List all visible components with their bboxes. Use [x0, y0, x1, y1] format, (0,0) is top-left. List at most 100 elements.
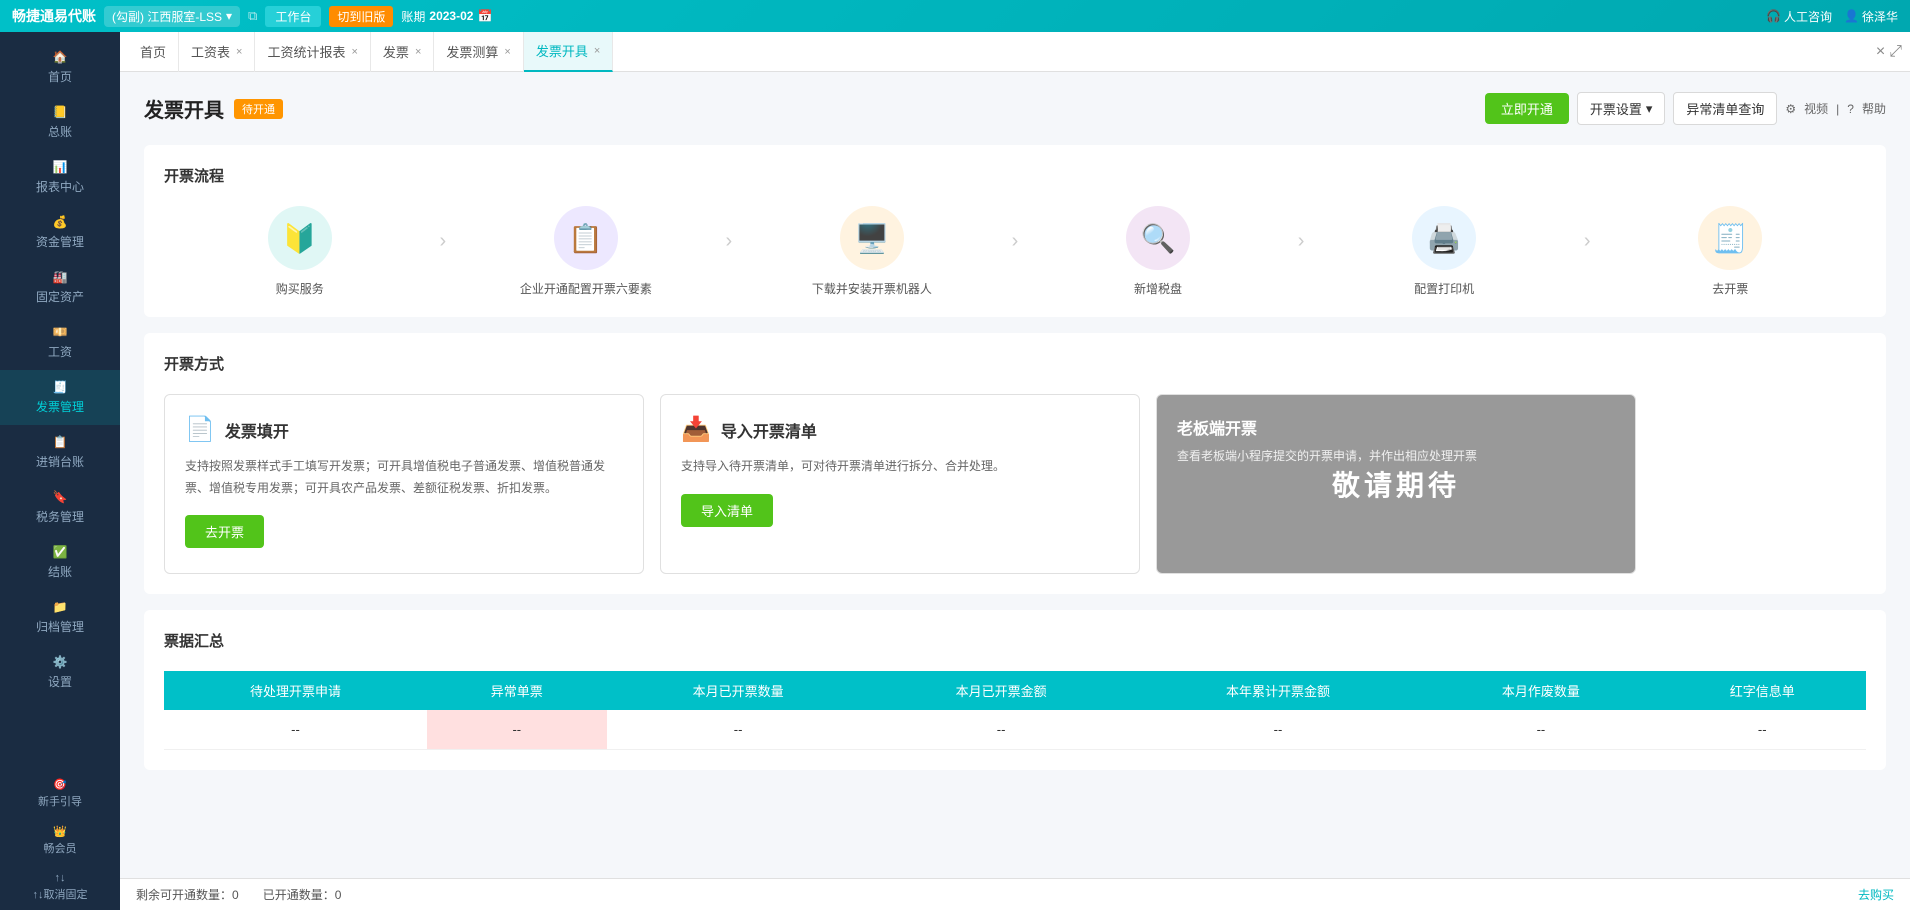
process-step-buy[interactable]: 🔰 购买服务 — [164, 206, 435, 297]
status-badge: 待开通 — [234, 99, 283, 119]
sidebar-item-label: 固定资产 — [36, 288, 84, 305]
import-list-button[interactable]: 导入清单 — [681, 494, 773, 527]
top-bar-right: 🎧 人工咨询 👤 徐泽华 — [1766, 8, 1898, 25]
copy-icon[interactable]: ⧉ — [248, 8, 257, 24]
tab-close-icon[interactable]: × — [236, 46, 242, 58]
video-icon[interactable]: ⚙ — [1785, 102, 1796, 116]
sidebar-item-member[interactable]: 👑 畅会员 — [0, 817, 120, 864]
customer-service-button[interactable]: 🎧 人工咨询 — [1766, 8, 1832, 25]
sidebar-bottom: 🎯 新手引导 👑 畅会员 ↑↓ ↑↓取消固定 — [0, 770, 120, 910]
sidebar-item-label: 报表中心 — [36, 178, 84, 195]
col-header-5: 本月作废数量 — [1423, 671, 1658, 710]
tab-close-icon[interactable]: × — [594, 45, 600, 57]
add-taxbox-icon: 🔍 — [1141, 222, 1176, 255]
sidebar-item-ledger[interactable]: 📒 总账 — [0, 95, 120, 150]
sidebar-item-label: 发票管理 — [36, 398, 84, 415]
sidebar-item-tax[interactable]: 🔖 税务管理 — [0, 480, 120, 535]
period-label: 账期 — [401, 8, 425, 25]
go-invoice-button[interactable]: 去开票 — [185, 515, 264, 548]
col-header-4: 本年累计开票金额 — [1133, 671, 1424, 710]
period-calendar-icon[interactable]: 📅 — [477, 9, 492, 23]
checkout-icon: ✅ — [53, 545, 68, 559]
tab-invoice-calc[interactable]: 发票测算 × — [434, 32, 523, 72]
process-flow: 🔰 购买服务 › 📋 企业开通配置开票六要素 › 🖥️ — [164, 206, 1866, 297]
method-card-import: 📥 导入开票清单 支持导入待开票清单，可对待开票清单进行拆分、合并处理。 导入清… — [660, 394, 1140, 574]
help-icon[interactable]: ? — [1847, 102, 1854, 116]
cell-1: -- — [427, 710, 607, 750]
method-card-old: 老板端开票 查看老板端小程序提交的开票申请，并作出相应处理开票 敬请期待 — [1156, 394, 1636, 574]
process-step-printer[interactable]: 🖨️ 配置打印机 — [1308, 206, 1579, 297]
sidebar-item-home[interactable]: 🏠 首页 — [0, 40, 120, 95]
process-step-issue[interactable]: 🧾 去开票 — [1595, 206, 1866, 297]
tab-salary-report[interactable]: 工资统计报表 × — [255, 32, 370, 72]
tab-close-icon[interactable]: × — [504, 46, 510, 58]
reports-icon: 📊 — [53, 160, 68, 174]
main-area: 首页 工资表 × 工资统计报表 × 发票 × 发票测算 × 发票开具 × — [120, 32, 1910, 910]
sidebar-item-invoice-mgmt[interactable]: 🧾 发票管理 — [0, 370, 120, 425]
buy-link[interactable]: 去购买 — [1858, 886, 1894, 903]
opened-label: 已开通数量：0 — [263, 886, 342, 903]
tab-close-icon[interactable]: × — [351, 46, 357, 58]
company-selector[interactable]: (勾副) 江西服室-LSS ▾ — [104, 6, 240, 27]
main-layout: 🏠 首页 📒 总账 📊 报表中心 💰 资金管理 🏭 固定资产 💴 工资 🧾 发票… — [0, 32, 1910, 910]
summary-section-title: 票据汇总 — [164, 630, 1866, 651]
sidebar-item-purchase-sales[interactable]: 📋 进销台账 — [0, 425, 120, 480]
company-dropdown-icon[interactable]: ▾ — [226, 9, 232, 23]
user-icon: 👤 — [1844, 9, 1859, 23]
tab-invoice[interactable]: 发票 × — [371, 32, 434, 72]
sidebar-item-checkout[interactable]: ✅ 结账 — [0, 535, 120, 590]
config-printer-icon-wrap: 🖨️ — [1412, 206, 1476, 270]
pin-icon: ↑↓ — [55, 872, 66, 884]
top-bar-left: 畅捷通易代账 (勾副) 江西服室-LSS ▾ ⧉ 工作台 切到旧版 账期 202… — [12, 6, 492, 27]
method-cards: 📄 发票填开 支持按照发票样式手工填写开发票；可开具增值税电子普通发票、增值税普… — [164, 394, 1866, 574]
arrow-5: › — [1580, 230, 1595, 253]
old-version-button[interactable]: 切到旧版 — [329, 6, 393, 27]
sidebar-bottom-label: 新手引导 — [38, 793, 82, 809]
tab-home[interactable]: 首页 — [128, 32, 179, 72]
import-invoice-title: 导入开票清单 — [721, 418, 817, 442]
ledger-icon: 📒 — [53, 105, 68, 119]
process-step-enterprise[interactable]: 📋 企业开通配置开票六要素 — [450, 206, 721, 297]
tab-close-icon[interactable]: × — [415, 46, 421, 58]
archive-icon: 📁 — [53, 600, 68, 614]
settings-icon: ⚙️ — [53, 655, 68, 669]
sidebar-item-archive[interactable]: 📁 归档管理 — [0, 590, 120, 645]
cell-0: -- — [164, 710, 427, 750]
sidebar-item-label: 设置 — [48, 673, 72, 690]
sidebar-item-label: 工资 — [48, 343, 72, 360]
period-selector[interactable]: 账期 2023-02 📅 — [401, 8, 492, 25]
headset-icon: 🎧 — [1766, 9, 1781, 23]
config-printer-label: 配置打印机 — [1414, 280, 1474, 297]
summary-table: 待处理开票申请 异常单票 本月已开票数量 本月已开票金额 本年累计开票金额 本月… — [164, 671, 1866, 750]
process-step-download[interactable]: 🖥️ 下载并安装开票机器人 — [736, 206, 1007, 297]
tab-salary[interactable]: 工资表 × — [179, 32, 255, 72]
sidebar-item-funds[interactable]: 💰 资金管理 — [0, 205, 120, 260]
sidebar-item-salary[interactable]: 💴 工资 — [0, 315, 120, 370]
issue-invoice-label: 去开票 — [1712, 280, 1748, 297]
issue-invoice-icon: 🧾 — [1713, 222, 1748, 255]
abnormal-query-button[interactable]: 异常清单查询 — [1673, 92, 1777, 125]
page-content: 发票开具 待开通 立即开通 开票设置 ▾ 异常清单查询 ⚙ 视频 | ? — [120, 72, 1910, 878]
arrow-4: › — [1294, 230, 1309, 253]
sidebar-item-assets[interactable]: 🏭 固定资产 — [0, 260, 120, 315]
remaining-label: 剩余可开通数量：0 — [136, 886, 239, 903]
sidebar-item-settings[interactable]: ⚙️ 设置 — [0, 645, 120, 700]
sidebar-item-reports[interactable]: 📊 报表中心 — [0, 150, 120, 205]
open-now-button[interactable]: 立即开通 — [1485, 93, 1569, 124]
col-header-3: 本月已开票金额 — [870, 671, 1133, 710]
restore-window-icon[interactable]: ⤢ — [1889, 43, 1902, 61]
sidebar-item-newbie[interactable]: 🎯 新手引导 — [0, 770, 120, 817]
tab-invoice-tool[interactable]: 发票开具 × — [524, 32, 613, 72]
cell-5: -- — [1423, 710, 1658, 750]
close-window-icon[interactable]: × — [1876, 43, 1885, 61]
pin-toggle[interactable]: ↑↓ ↑↓取消固定 — [0, 864, 120, 910]
bottom-bar: 剩余可开通数量：0 已开通数量：0 去购买 — [120, 878, 1910, 910]
import-invoice-desc: 支持导入待开票清单，可对待开票清单进行拆分、合并处理。 — [681, 456, 1119, 478]
funds-icon: 💰 — [53, 215, 68, 229]
dropdown-arrow-icon: ▾ — [1646, 101, 1653, 117]
open-settings-button[interactable]: 开票设置 ▾ — [1577, 92, 1666, 125]
process-step-taxbox[interactable]: 🔍 新增税盘 — [1022, 206, 1293, 297]
avatar[interactable]: 👤 徐泽华 — [1844, 8, 1898, 25]
workbench-button[interactable]: 工作台 — [265, 6, 321, 27]
tab-bar: 首页 工资表 × 工资统计报表 × 发票 × 发票测算 × 发票开具 × — [120, 32, 1910, 72]
